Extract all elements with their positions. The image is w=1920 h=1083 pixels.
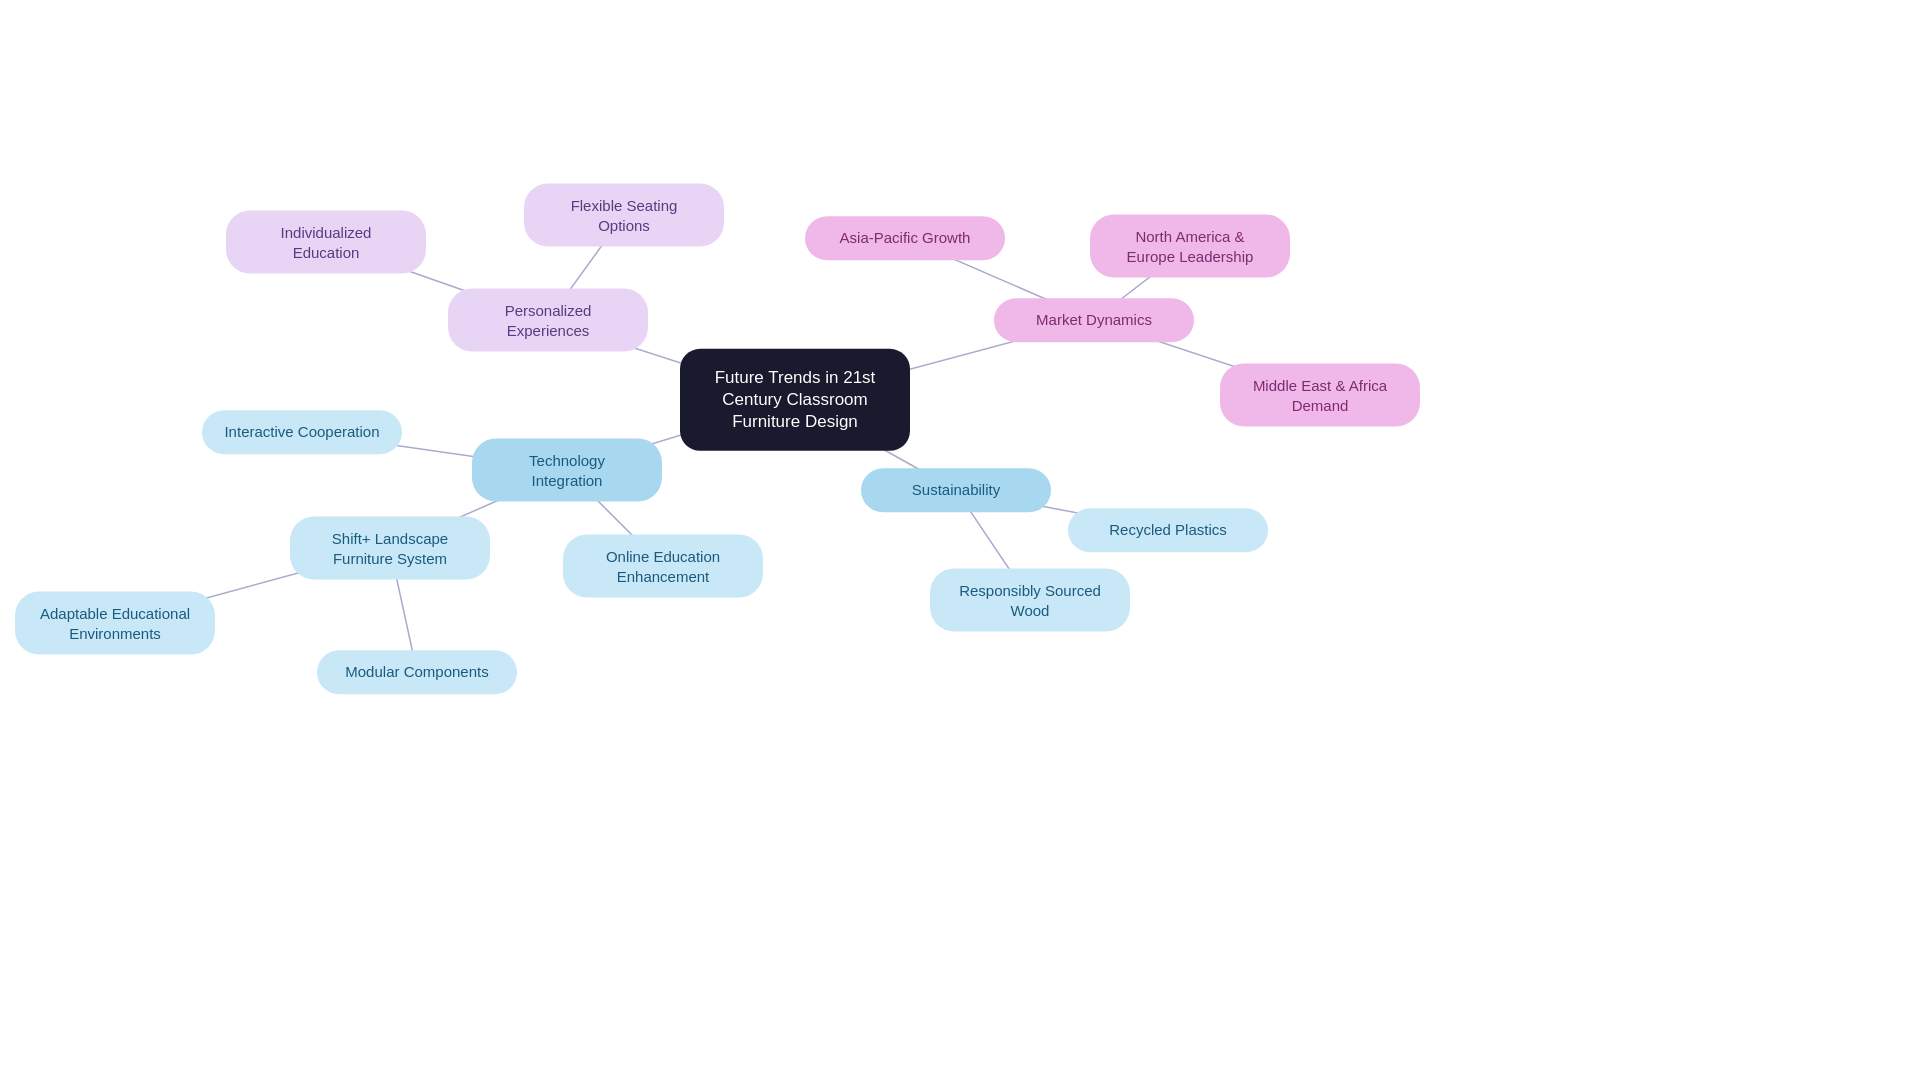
node-online_education: Online Education Enhancement bbox=[563, 535, 763, 598]
node-personalized_experiences: Personalized Experiences bbox=[448, 289, 648, 352]
node-shift_landscape: Shift+ Landscape Furniture System bbox=[290, 517, 490, 580]
node-market_dynamics: Market Dynamics bbox=[994, 298, 1194, 342]
node-asia_pacific: Asia-Pacific Growth bbox=[805, 216, 1005, 260]
mindmap-container: Future Trends in 21st Century Classroom … bbox=[0, 0, 1920, 1083]
node-middle_east: Middle East & Africa Demand bbox=[1220, 364, 1420, 427]
node-technology_integration: Technology Integration bbox=[472, 439, 662, 502]
node-adaptable_environments: Adaptable Educational Environments bbox=[15, 592, 215, 655]
node-modular_components: Modular Components bbox=[317, 650, 517, 694]
node-flexible_seating: Flexible Seating Options bbox=[524, 184, 724, 247]
node-responsibly_sourced: Responsibly Sourced Wood bbox=[930, 569, 1130, 632]
node-interactive_cooperation: Interactive Cooperation bbox=[202, 410, 402, 454]
node-recycled_plastics: Recycled Plastics bbox=[1068, 508, 1268, 552]
node-individualized_education: Individualized Education bbox=[226, 211, 426, 274]
node-sustainability: Sustainability bbox=[861, 468, 1051, 512]
node-north_america: North America & Europe Leadership bbox=[1090, 215, 1290, 278]
node-center: Future Trends in 21st Century Classroom … bbox=[680, 349, 910, 451]
connections-svg bbox=[0, 0, 1920, 1083]
